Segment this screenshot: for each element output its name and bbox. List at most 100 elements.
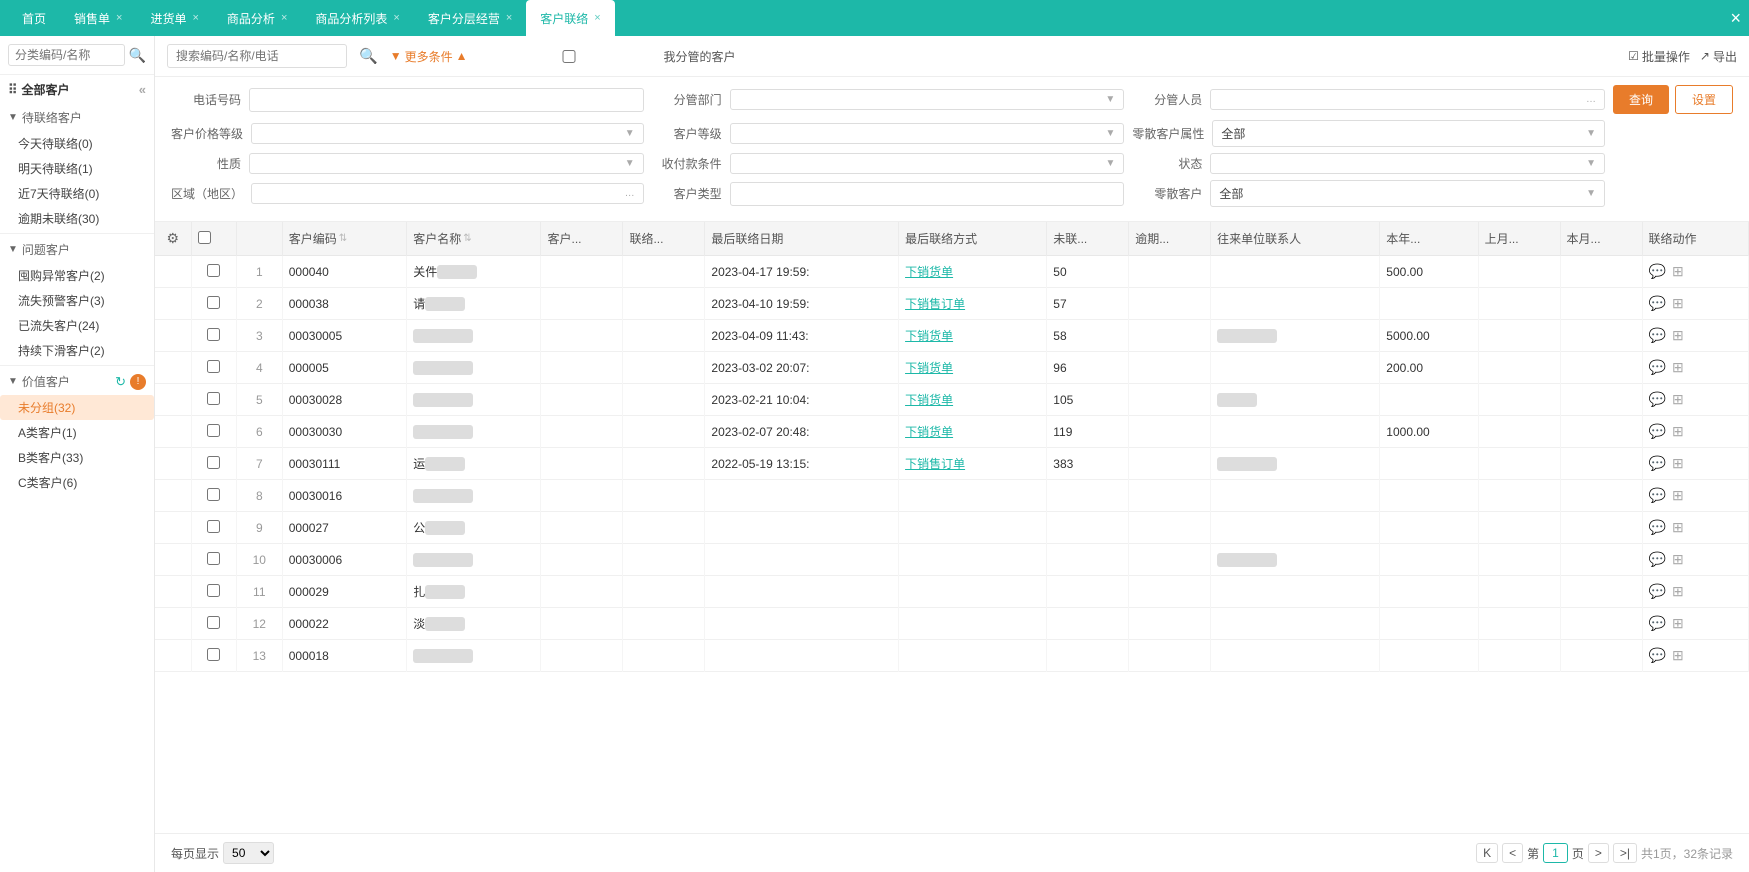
grid-action-icon[interactable]: ⊞ — [1672, 423, 1684, 440]
nav-customer-contact[interactable]: 客户联络 × — [526, 0, 614, 36]
td-checkbox[interactable] — [191, 608, 236, 640]
my-customers-checkbox[interactable] — [479, 50, 659, 63]
th-this-month[interactable]: 本月... — [1560, 222, 1642, 256]
filter-select-payment[interactable]: ▼ — [730, 153, 1125, 174]
nav-product-analysis-list[interactable]: 商品分析列表 × — [301, 0, 413, 36]
row-checkbox[interactable] — [207, 392, 220, 405]
sidebar-search-icon[interactable]: 🔍 — [129, 47, 146, 64]
row-checkbox[interactable] — [207, 424, 220, 437]
next-page-button[interactable]: > — [1588, 843, 1609, 863]
nav-product-analysis[interactable]: 商品分析 × — [213, 0, 301, 36]
contact-type-link[interactable]: 下销货单 — [905, 425, 953, 439]
sidebar-item-class-b[interactable]: B类客户(33) — [0, 445, 154, 470]
filter-select-scatter-attr[interactable]: 全部 ▼ — [1212, 120, 1605, 147]
nav-home[interactable]: 首页 — [8, 0, 60, 36]
chat-icon[interactable]: 💬 — [1649, 519, 1666, 536]
grid-action-icon[interactable]: ⊞ — [1672, 519, 1684, 536]
contact-type-link[interactable]: 下销售订单 — [905, 297, 965, 311]
sidebar-item-7days[interactable]: 近7天待联络(0) — [0, 181, 154, 206]
th-code[interactable]: 客户编码 ⇅ — [282, 222, 406, 256]
grid-action-icon[interactable]: ⊞ — [1672, 263, 1684, 280]
chat-icon[interactable]: 💬 — [1649, 359, 1666, 376]
filter-select-nature[interactable]: ▼ — [249, 153, 644, 174]
grid-action-icon[interactable]: ⊞ — [1672, 647, 1684, 664]
sidebar-item-churn-warning[interactable]: 流失预警客户(3) — [0, 288, 154, 313]
chat-icon[interactable]: 💬 — [1649, 423, 1666, 440]
select-all-checkbox[interactable] — [198, 231, 211, 244]
row-checkbox[interactable] — [207, 360, 220, 373]
contact-type-link[interactable]: 下销货单 — [905, 393, 953, 407]
th-contact[interactable]: 联络... — [623, 222, 705, 256]
chat-icon[interactable]: 💬 — [1649, 391, 1666, 408]
filter-input-customer-type[interactable] — [730, 182, 1125, 206]
sidebar-item-overdue[interactable]: 逾期未联络(30) — [0, 206, 154, 231]
sidebar-item-class-c[interactable]: C类客户(6) — [0, 470, 154, 495]
filter-search-icon[interactable]: 🔍 — [359, 47, 378, 65]
close-product-analysis-list-icon[interactable]: × — [393, 12, 399, 24]
th-last-contact-type[interactable]: 最后联络方式 — [899, 222, 1047, 256]
row-checkbox[interactable] — [207, 552, 220, 565]
all-customers-header[interactable]: ⠿ 全部客户 « — [0, 75, 154, 104]
sidebar-item-today[interactable]: 今天待联络(0) — [0, 131, 154, 156]
th-name[interactable]: 客户名称 ⇅ — [407, 222, 541, 256]
td-checkbox[interactable] — [191, 256, 236, 288]
grid-action-icon[interactable]: ⊞ — [1672, 583, 1684, 600]
pending-contact-section[interactable]: ▼ 待联络客户 — [0, 104, 154, 131]
td-checkbox[interactable] — [191, 512, 236, 544]
close-customer-contact-icon[interactable]: × — [594, 12, 600, 24]
th-this-year[interactable]: 本年... — [1380, 222, 1478, 256]
grid-action-icon[interactable]: ⊞ — [1672, 359, 1684, 376]
grid-action-icon[interactable]: ⊞ — [1672, 391, 1684, 408]
my-customers-filter[interactable]: 我分管的客户 — [479, 48, 735, 65]
close-customer-segment-icon[interactable]: × — [506, 12, 512, 24]
td-checkbox[interactable] — [191, 352, 236, 384]
grid-action-icon[interactable]: ⊞ — [1672, 295, 1684, 312]
td-checkbox[interactable] — [191, 320, 236, 352]
sidebar-item-class-a[interactable]: A类客户(1) — [0, 420, 154, 445]
sidebar-item-hoarding[interactable]: 囤购异常客户(2) — [0, 263, 154, 288]
sidebar-item-tomorrow[interactable]: 明天待联络(1) — [0, 156, 154, 181]
reset-button[interactable]: 设置 — [1675, 85, 1733, 114]
th-uncontacted[interactable]: 未联... — [1047, 222, 1129, 256]
grid-action-icon[interactable]: ⊞ — [1672, 455, 1684, 472]
contact-type-link[interactable]: 下销售订单 — [905, 457, 965, 471]
contact-type-link[interactable]: 下销货单 — [905, 329, 953, 343]
nav-sales[interactable]: 销售单 × — [60, 0, 136, 36]
th-unit-contact[interactable]: 往来单位联系人 — [1211, 222, 1380, 256]
td-checkbox[interactable] — [191, 416, 236, 448]
query-button[interactable]: 查询 — [1613, 85, 1669, 114]
th-last-month[interactable]: 上月... — [1478, 222, 1560, 256]
row-checkbox[interactable] — [207, 264, 220, 277]
batch-operation-button[interactable]: ☑ 批量操作 — [1628, 48, 1690, 65]
prev-page-button[interactable]: < — [1502, 843, 1523, 863]
per-page-select[interactable]: 50 20 100 — [223, 842, 274, 864]
filter-input-phone[interactable] — [249, 88, 644, 112]
close-sales-icon[interactable]: × — [116, 12, 122, 24]
chat-icon[interactable]: 💬 — [1649, 583, 1666, 600]
th-type[interactable]: 客户... — [541, 222, 623, 256]
th-checkbox[interactable] — [191, 222, 236, 256]
nav-customer-segment[interactable]: 客户分层经营 × — [414, 0, 526, 36]
chat-icon[interactable]: 💬 — [1649, 455, 1666, 472]
grid-action-icon[interactable]: ⊞ — [1672, 615, 1684, 632]
sidebar-item-declining[interactable]: 持续下滑客户(2) — [0, 338, 154, 363]
row-checkbox[interactable] — [207, 488, 220, 501]
td-checkbox[interactable] — [191, 576, 236, 608]
sidebar-item-unclassified[interactable]: 未分组(32) — [0, 395, 154, 420]
sidebar-item-churned[interactable]: 已流失客户(24) — [0, 313, 154, 338]
filter-select-manager[interactable]: … — [1210, 89, 1605, 110]
grid-action-icon[interactable]: ⊞ — [1672, 327, 1684, 344]
filter-select-department[interactable]: ▼ — [730, 89, 1125, 110]
row-checkbox[interactable] — [207, 328, 220, 341]
grid-action-icon[interactable]: ⊞ — [1672, 487, 1684, 504]
contact-type-link[interactable]: 下销货单 — [905, 361, 953, 375]
close-all-button[interactable]: × — [1730, 8, 1741, 29]
close-purchase-icon[interactable]: × — [192, 12, 198, 24]
last-page-button[interactable]: >| — [1613, 843, 1637, 863]
chat-icon[interactable]: 💬 — [1649, 295, 1666, 312]
row-checkbox[interactable] — [207, 584, 220, 597]
close-product-analysis-icon[interactable]: × — [281, 12, 287, 24]
filter-select-region[interactable]: … — [251, 183, 644, 204]
chat-icon[interactable]: 💬 — [1649, 263, 1666, 280]
row-checkbox[interactable] — [207, 456, 220, 469]
